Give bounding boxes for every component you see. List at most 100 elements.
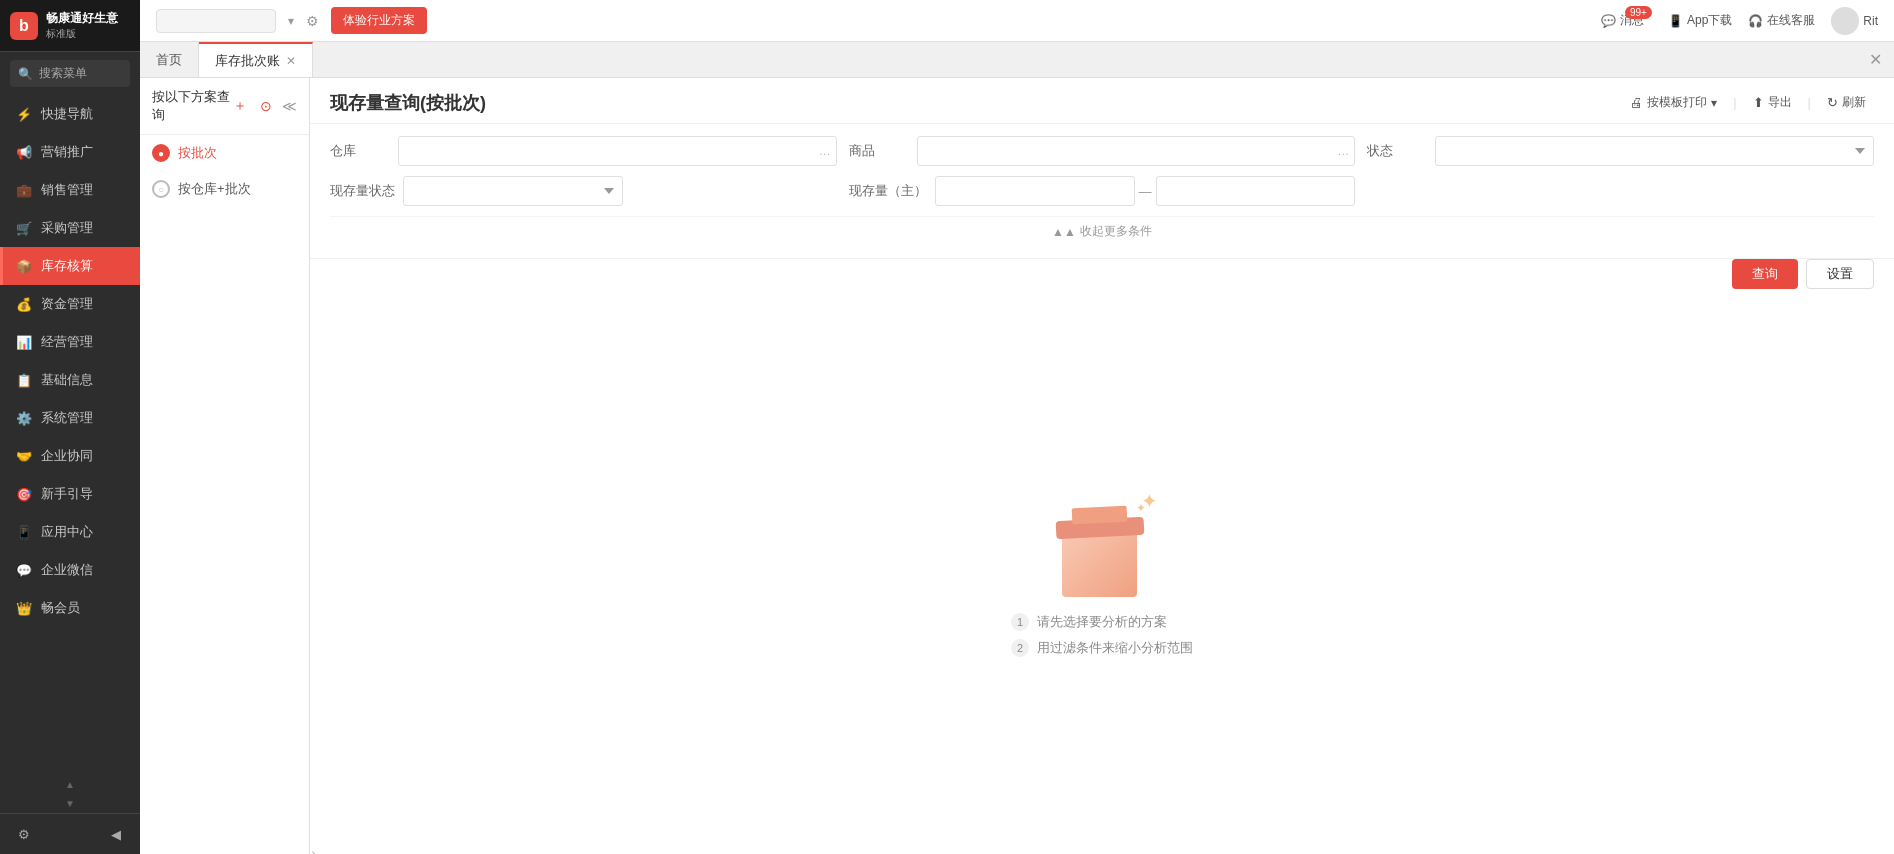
goods-field: 商品 … [849, 136, 1356, 166]
sidebar-item-appstore[interactable]: 📱 应用中心 [0, 513, 140, 551]
enterprise-icon: 🤝 [15, 447, 33, 465]
batch-item-icon: ● [152, 144, 170, 162]
add-scheme-icon[interactable]: ＋ [230, 96, 250, 116]
sidebar-item-label: 库存核算 [41, 257, 93, 275]
refresh-button[interactable]: ↻ 刷新 [1819, 90, 1874, 115]
collapse-more-label: 收起更多条件 [1080, 223, 1152, 240]
action-buttons-area: 查询 设置 [310, 259, 1894, 297]
sidebar-item-label: 企业协同 [41, 447, 93, 465]
sidebar-item-finance[interactable]: 💰 资金管理 [0, 285, 140, 323]
tab-home-label: 首页 [156, 51, 182, 69]
tab-home[interactable]: 首页 [140, 42, 199, 77]
sidebar-item-label: 新手引导 [41, 485, 93, 503]
sidebar-item-quick-nav[interactable]: ⚡ 快捷导航 [0, 95, 140, 133]
collapse-more-button[interactable]: ▲▲ 收起更多条件 [330, 216, 1874, 246]
sidebar-item-purchase[interactable]: 🛒 采购管理 [0, 209, 140, 247]
settings-footer-icon[interactable]: ⚙ [12, 822, 36, 846]
top-header: ▾ ⚙ 体验行业方案 💬 消息 99+ 📱 App下载 🎧 在线客服 Rit [140, 0, 1894, 42]
settings-button[interactable]: 设置 [1806, 259, 1874, 289]
tip-text-1: 请先选择要分析的方案 [1037, 613, 1167, 631]
sales-icon: 💼 [15, 181, 33, 199]
header-search-input[interactable] [156, 9, 276, 33]
empty-tip-2: 2 用过滤条件来缩小分析范围 [1011, 639, 1193, 657]
sidebar-item-member[interactable]: 👑 畅会员 [0, 589, 140, 627]
tab-batch-account-label: 库存批次账 [215, 52, 280, 70]
status-label: 状态 [1367, 142, 1427, 160]
sidebar-item-label: 经营管理 [41, 333, 93, 351]
page-content: 按以下方案查询 ＋ ⊙ ≪ ● 按批次 ○ 按仓库+批次 现存量查询 [140, 78, 1894, 854]
message-action[interactable]: 💬 消息 99+ [1601, 12, 1644, 29]
business-icon: 📊 [15, 333, 33, 351]
tip-text-2: 用过滤条件来缩小分析范围 [1037, 639, 1193, 657]
message-icon: 💬 [1601, 14, 1616, 28]
user-avatar [1831, 7, 1859, 35]
stock-status-label: 现存量状态 [330, 182, 395, 200]
filter-item-by-batch[interactable]: ● 按批次 [140, 135, 309, 171]
app-title-wrap: 畅康通好生意 标准版 [46, 10, 118, 41]
sidebar-item-basic[interactable]: 📋 基础信息 [0, 361, 140, 399]
wechat-icon: 💬 [15, 561, 33, 579]
sidebar-item-sales[interactable]: 💼 销售管理 [0, 171, 140, 209]
sidebar-item-inventory[interactable]: 📦 库存核算 [0, 247, 140, 285]
sidebar-item-label: 应用中心 [41, 523, 93, 541]
stock-status-select-wrap [403, 176, 837, 206]
sidebar-item-newcomer[interactable]: 🎯 新手引导 [0, 475, 140, 513]
sidebar-item-label: 资金管理 [41, 295, 93, 313]
stock-range-field: 现存量（主） — [849, 176, 1356, 206]
warehouse-input-wrap: … [398, 136, 837, 166]
collapse-panel-icon[interactable]: ≪ [282, 98, 297, 114]
user-action[interactable]: Rit [1831, 7, 1878, 35]
export-label: 导出 [1768, 94, 1792, 111]
filter-item-by-warehouse-batch[interactable]: ○ 按仓库+批次 [140, 171, 309, 207]
goods-input[interactable] [917, 136, 1356, 166]
content-wrapper: 现存量查询(按批次) 🖨 按模板打印 ▾ | ⬆ 导出 | [310, 78, 1894, 854]
tab-close-icon[interactable]: ✕ [286, 55, 296, 67]
customer-service-label: 在线客服 [1767, 12, 1815, 29]
print-button[interactable]: 🖨 按模板打印 ▾ [1622, 90, 1725, 115]
status-select[interactable] [1435, 136, 1874, 166]
sidebar-item-wechat[interactable]: 💬 企业微信 [0, 551, 140, 589]
try-industry-button[interactable]: 体验行业方案 [331, 7, 427, 34]
warehouse-input[interactable] [398, 136, 837, 166]
title-actions: 🖨 按模板打印 ▾ | ⬆ 导出 | ↻ 刷新 [1622, 90, 1874, 115]
filter-item-by-warehouse-batch-label: 按仓库+批次 [178, 180, 251, 198]
app-logo: b [10, 12, 38, 40]
goods-label: 商品 [849, 142, 909, 160]
settings-scheme-icon[interactable]: ⊙ [256, 96, 276, 116]
filter-actions: ＋ ⊙ ≪ [230, 96, 297, 116]
tab-batch-account[interactable]: 库存批次账 ✕ [199, 42, 313, 77]
appstore-icon: 📱 [15, 523, 33, 541]
search-menu-button[interactable]: 🔍 搜索菜单 [10, 60, 130, 87]
customer-service-action[interactable]: 🎧 在线客服 [1748, 12, 1815, 29]
filter-rows: 仓库 … 商品 … [310, 124, 1894, 259]
goods-more-icon[interactable]: … [1337, 144, 1349, 158]
box-body [1062, 532, 1137, 597]
app-download-label: App下载 [1687, 12, 1732, 29]
sidebar-item-label: 基础信息 [41, 371, 93, 389]
header-gear-icon[interactable]: ⚙ [306, 13, 319, 29]
header-chevron-icon[interactable]: ▾ [288, 14, 294, 28]
company-name: 畅康通好生意 [46, 10, 118, 27]
warehouse-more-icon[interactable]: … [819, 144, 831, 158]
stock-status-select[interactable] [403, 176, 623, 206]
sidebar-item-system[interactable]: ⚙️ 系统管理 [0, 399, 140, 437]
tip-number-2: 2 [1011, 639, 1029, 657]
sidebar-item-marketing[interactable]: 📢 营销推广 [0, 133, 140, 171]
empty-tip-1: 1 请先选择要分析的方案 [1011, 613, 1193, 631]
sidebar-item-enterprise[interactable]: 🤝 企业协同 [0, 437, 140, 475]
stock-range-min[interactable] [935, 176, 1135, 206]
sidebar-item-business[interactable]: 📊 经营管理 [0, 323, 140, 361]
print-icon: 🖨 [1630, 95, 1643, 110]
empty-illustration: ✦ ✦ [1042, 487, 1162, 597]
tip-number-1: 1 [1011, 613, 1029, 631]
tab-close-main-icon[interactable]: ✕ [1857, 50, 1894, 69]
inventory-icon: 📦 [15, 257, 33, 275]
basic-icon: 📋 [15, 371, 33, 389]
app-download-action[interactable]: 📱 App下载 [1668, 12, 1732, 29]
stock-range-max[interactable] [1156, 176, 1356, 206]
collapse-sidebar-icon[interactable]: ◀ [104, 822, 128, 846]
empty-state: ✦ ✦ 1 请先选择要分析的方案 2 用过滤条件来缩小分析范围 [310, 297, 1894, 854]
query-button[interactable]: 查询 [1732, 259, 1798, 289]
export-button[interactable]: ⬆ 导出 [1745, 90, 1800, 115]
main-area: ▾ ⚙ 体验行业方案 💬 消息 99+ 📱 App下载 🎧 在线客服 Rit [140, 0, 1894, 854]
